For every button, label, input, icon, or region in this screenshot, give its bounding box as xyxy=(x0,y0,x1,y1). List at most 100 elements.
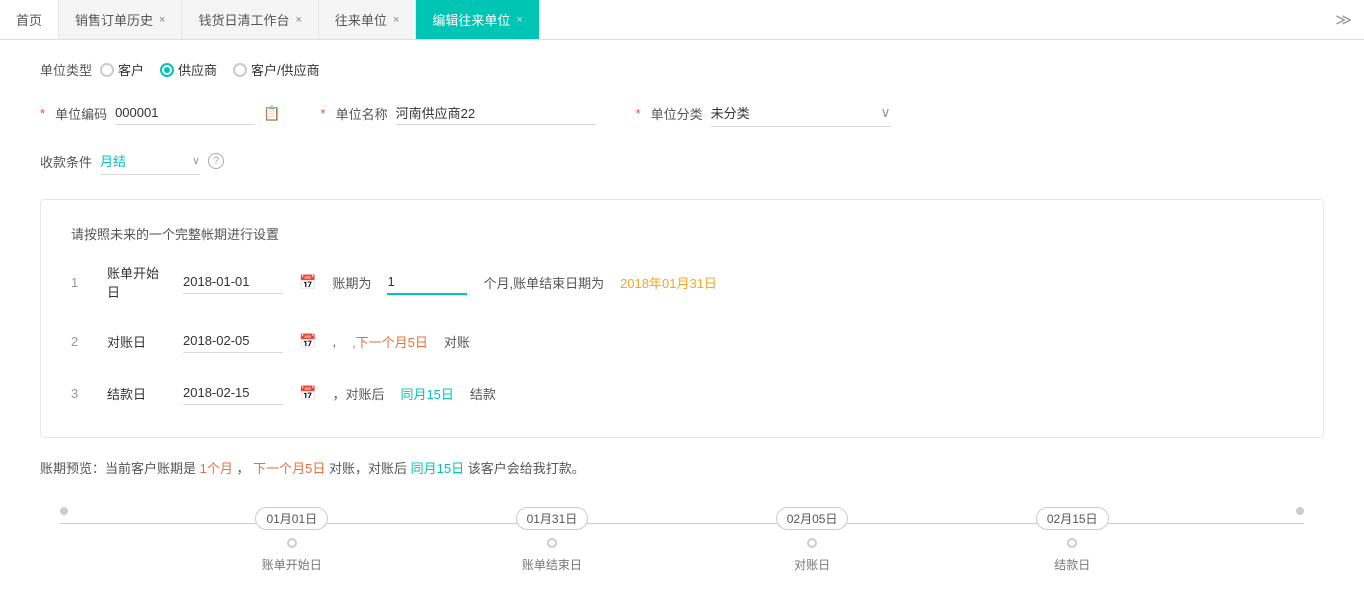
tab-bar: 首页 销售订单历史 × 钱货日清工作台 × 往来单位 × 编辑往来单位 × ≫ xyxy=(0,0,1364,40)
period-suffix-3-end: 结款 xyxy=(470,384,496,403)
code-copy-icon[interactable]: 📋 xyxy=(263,105,280,122)
period-cal-icon-3[interactable]: 📅 xyxy=(299,385,316,402)
payment-value: 月结 xyxy=(100,151,186,170)
period-highlight-3: 同月15日 xyxy=(400,384,453,403)
name-input[interactable] xyxy=(396,101,596,125)
preview-part3: 同月15日 xyxy=(411,461,464,476)
category-chevron-icon: ∨ xyxy=(880,104,890,121)
timeline-end-cap xyxy=(1296,507,1304,573)
period-highlight-2: ,下一个月5日 xyxy=(352,332,428,351)
timeline-start-dot xyxy=(60,507,68,515)
code-name-category-row: * 单位编码 📋 * 单位名称 * 单位分类 未分类 ∨ xyxy=(40,99,1324,127)
tab-partners-label: 往来单位 xyxy=(335,10,387,29)
period-card-title: 请按照未来的一个完整帐期进行设置 xyxy=(71,224,1293,243)
tab-edit-partner[interactable]: 编辑往来单位 × xyxy=(416,0,539,39)
radio-both-label: 客户/供应商 xyxy=(251,60,320,79)
period-date-input-2[interactable] xyxy=(183,329,283,353)
period-num-2: 2 xyxy=(71,334,91,349)
period-cal-icon-2[interactable]: 📅 xyxy=(299,333,316,350)
tab-partners[interactable]: 往来单位 × xyxy=(319,0,416,39)
timeline-label-4: 结款日 xyxy=(1054,556,1090,573)
period-date-input-3[interactable] xyxy=(183,381,283,405)
name-required-star: * xyxy=(321,106,326,121)
tab-cash-work-label: 钱货日清工作台 xyxy=(198,10,289,29)
code-required-star: * xyxy=(40,106,45,121)
radio-both[interactable]: 客户/供应商 xyxy=(233,60,320,79)
tab-sales-history-close[interactable]: × xyxy=(159,14,165,26)
radio-both-circle xyxy=(233,63,247,77)
tab-sales-history[interactable]: 销售订单历史 × xyxy=(59,0,182,39)
tab-sales-history-label: 销售订单历史 xyxy=(75,10,153,29)
payment-help-icon[interactable]: ? xyxy=(208,153,224,169)
payment-row: 收款条件 月结 ∨ ? xyxy=(40,147,1324,175)
timeline-badge-3: 02月05日 xyxy=(776,507,849,530)
name-label: 单位名称 xyxy=(336,104,388,123)
timeline-dot-2 xyxy=(547,538,557,548)
preview-part3-sep: 该客户会给我打款。 xyxy=(468,461,585,476)
category-required-star: * xyxy=(636,106,641,121)
code-group: * 单位编码 📋 xyxy=(40,101,281,125)
tab-expand-button[interactable]: ≫ xyxy=(1323,0,1364,39)
period-row-1: 1 账单开始日 📅 账期为 个月,账单结束日期为 2018年01月31日 xyxy=(71,263,1293,301)
period-months-input[interactable] xyxy=(387,270,467,295)
timeline-dot-1 xyxy=(287,538,297,548)
period-num-1: 1 xyxy=(71,275,91,290)
period-field-label-2: 对账日 xyxy=(107,332,167,351)
preview-part2: 下一个月5日 xyxy=(253,461,325,476)
period-cal-icon-1[interactable]: 📅 xyxy=(299,274,316,291)
radio-customer[interactable]: 客户 xyxy=(100,60,144,79)
timeline-badge-4: 02月15日 xyxy=(1036,507,1109,530)
category-select[interactable]: 未分类 ∨ xyxy=(711,99,891,127)
preview-part1: 1个月 xyxy=(200,461,233,476)
radio-customer-circle xyxy=(100,63,114,77)
code-label: 单位编码 xyxy=(55,104,107,123)
period-suffix-after-3a: ，对账后 xyxy=(332,384,384,403)
category-value: 未分类 xyxy=(711,103,881,122)
main-content: 单位类型 客户 供应商 客户/供应商 * 单位编码 xyxy=(0,40,1364,608)
name-group: * 单位名称 xyxy=(321,101,596,125)
period-suffix-2: 对账 xyxy=(444,332,470,351)
timeline: 01月01日 账单开始日 01月31日 账单结束日 02月05日 对账日 02月… xyxy=(40,497,1324,583)
category-label: 单位分类 xyxy=(651,104,703,123)
preview-part2-sep: 对账，对账后 xyxy=(329,461,407,476)
timeline-nodes: 01月01日 账单开始日 01月31日 账单结束日 02月05日 对账日 02月… xyxy=(60,507,1304,573)
tab-cash-work[interactable]: 钱货日清工作台 × xyxy=(182,0,318,39)
tab-home-label: 首页 xyxy=(16,10,42,29)
preview-section: 账期预览：当前客户账期是 1个月 ， 下一个月5日 对账，对账后 同月15日 该… xyxy=(40,458,1324,477)
period-date-input-1[interactable] xyxy=(183,270,283,294)
radio-supplier[interactable]: 供应商 xyxy=(160,60,217,79)
timeline-dot-4 xyxy=(1067,538,1077,548)
timeline-node-1: 01月01日 账单开始日 xyxy=(255,507,328,573)
tab-edit-partner-close[interactable]: × xyxy=(516,14,522,26)
tab-cash-work-close[interactable]: × xyxy=(295,14,301,26)
radio-supplier-circle xyxy=(160,63,174,77)
payment-group: 收款条件 月结 ∨ ? xyxy=(40,147,224,175)
radio-supplier-label: 供应商 xyxy=(178,60,217,79)
period-suffix-after-1: 个月,账单结束日期为 xyxy=(483,273,604,292)
period-field-label-3: 结款日 xyxy=(107,384,167,403)
unit-type-radio-group: 客户 供应商 客户/供应商 xyxy=(100,60,320,79)
payment-select[interactable]: 月结 ∨ xyxy=(100,147,200,175)
timeline-dot-3 xyxy=(807,538,817,548)
category-group: * 单位分类 未分类 ∨ xyxy=(636,99,891,127)
period-suffix-comma-2: , xyxy=(332,334,336,349)
timeline-start-cap xyxy=(60,507,68,573)
preview-label: 账期预览：当前客户账期是 xyxy=(40,461,196,476)
timeline-label-2: 账单结束日 xyxy=(522,556,582,573)
tab-edit-partner-label: 编辑往来单位 xyxy=(432,10,510,29)
payment-chevron-icon: ∨ xyxy=(192,154,200,167)
timeline-node-3: 02月05日 对账日 xyxy=(776,507,849,573)
period-row-2: 2 对账日 📅 , ,下一个月5日 对账 xyxy=(71,329,1293,353)
timeline-label-1: 账单开始日 xyxy=(262,556,322,573)
expand-icon: ≫ xyxy=(1335,10,1352,30)
tab-partners-close[interactable]: × xyxy=(393,14,399,26)
period-card: 请按照未来的一个完整帐期进行设置 1 账单开始日 📅 账期为 个月,账单结束日期… xyxy=(40,199,1324,438)
period-row-3: 3 结款日 📅 ，对账后 同月15日 结款 xyxy=(71,381,1293,405)
period-end-date-highlight: 2018年01月31日 xyxy=(620,273,717,292)
period-num-3: 3 xyxy=(71,386,91,401)
tab-home[interactable]: 首页 xyxy=(0,0,59,39)
period-suffix-before-1: 账期为 xyxy=(332,273,371,292)
code-input[interactable] xyxy=(115,101,255,125)
preview-part1-sep: ， xyxy=(237,461,250,476)
timeline-badge-1: 01月01日 xyxy=(255,507,328,530)
